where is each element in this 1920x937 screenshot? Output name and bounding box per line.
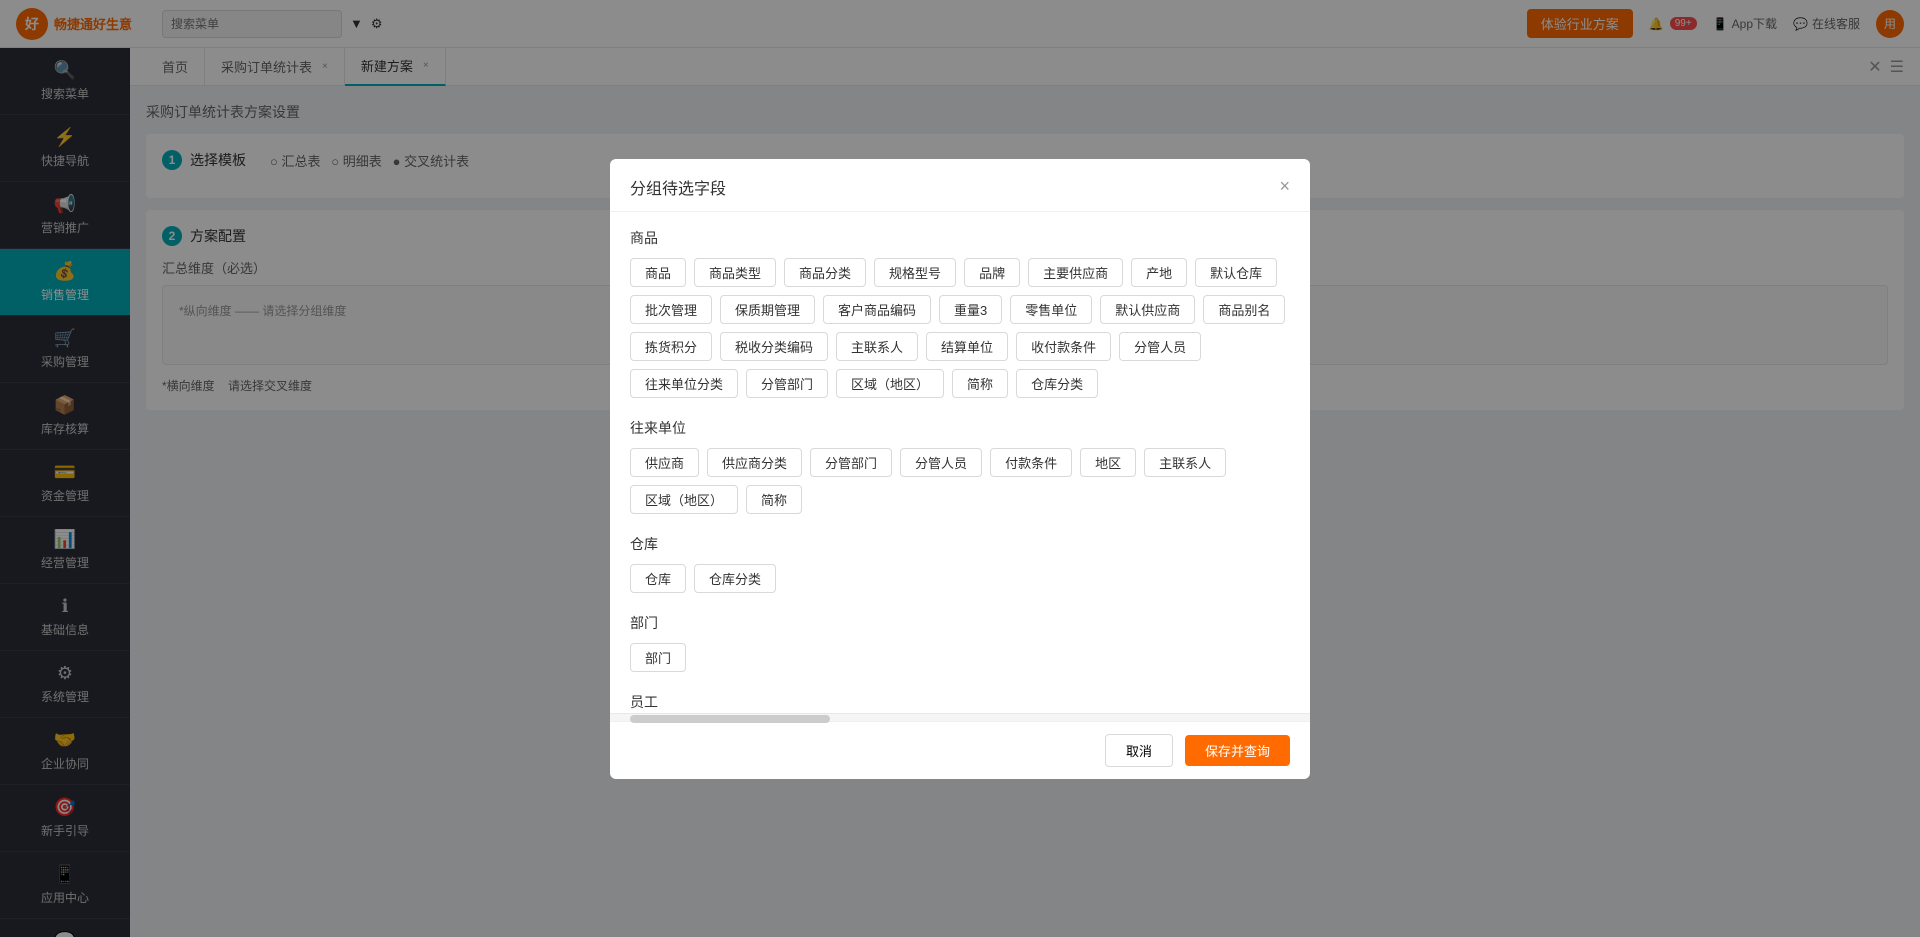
field-tag-1-8[interactable]: 简称: [746, 485, 802, 514]
field-tag-1-1[interactable]: 供应商分类: [707, 448, 802, 477]
field-tag-0-7[interactable]: 默认仓库: [1195, 258, 1277, 287]
field-group-4: 员工业务员: [630, 692, 1290, 713]
field-tag-0-0[interactable]: 商品: [630, 258, 686, 287]
field-tag-0-16[interactable]: 税收分类编码: [720, 332, 828, 361]
field-tag-0-4[interactable]: 品牌: [964, 258, 1020, 287]
field-tag-0-20[interactable]: 分管人员: [1119, 332, 1201, 361]
field-tag-0-6[interactable]: 产地: [1131, 258, 1187, 287]
field-group-1: 往来单位供应商供应商分类分管部门分管人员付款条件地区主联系人区域（地区） 简称: [630, 418, 1290, 514]
field-tag-1-4[interactable]: 付款条件: [990, 448, 1072, 477]
field-tags-1: 供应商供应商分类分管部门分管人员付款条件地区主联系人区域（地区） 简称: [630, 448, 1290, 514]
field-tag-1-7[interactable]: 区域（地区）: [630, 485, 738, 514]
field-group-title-4: 员工: [630, 692, 1290, 712]
field-tag-0-10[interactable]: 客户商品编码: [823, 295, 931, 324]
field-tag-1-5[interactable]: 地区: [1080, 448, 1136, 477]
field-tag-0-11[interactable]: 重量3: [939, 295, 1002, 324]
field-tag-2-0[interactable]: 仓库: [630, 564, 686, 593]
field-tag-0-25[interactable]: 仓库分类: [1016, 369, 1098, 398]
field-tag-0-24[interactable]: 简称: [952, 369, 1008, 398]
field-tag-3-0[interactable]: 部门: [630, 643, 686, 672]
field-tag-1-3[interactable]: 分管人员: [900, 448, 982, 477]
field-group-title-2: 仓库: [630, 534, 1290, 554]
field-tag-0-3[interactable]: 规格型号: [874, 258, 956, 287]
field-tag-0-14[interactable]: 商品别名: [1203, 295, 1285, 324]
field-tag-2-1[interactable]: 仓库分类: [694, 564, 776, 593]
modal-dialog: 分组待选字段 × 商品商品商品类型商品分类规格型号品牌主要供应商产地默认仓库批次…: [610, 159, 1310, 779]
field-tag-1-6[interactable]: 主联系人: [1144, 448, 1226, 477]
modal-footer: 取消 保存并查询: [610, 721, 1310, 779]
modal-close-btn[interactable]: ×: [1279, 176, 1290, 197]
field-tag-0-17[interactable]: 主联系人: [836, 332, 918, 361]
field-group-2: 仓库仓库仓库分类: [630, 534, 1290, 593]
field-tag-0-8[interactable]: 批次管理: [630, 295, 712, 324]
field-group-title-3: 部门: [630, 613, 1290, 633]
scrollbar-thumb: [630, 715, 830, 723]
field-tag-0-19[interactable]: 收付款条件: [1016, 332, 1111, 361]
field-group-title-1: 往来单位: [630, 418, 1290, 438]
field-tag-0-18[interactable]: 结算单位: [926, 332, 1008, 361]
field-tag-0-21[interactable]: 往来单位分类: [630, 369, 738, 398]
field-group-3: 部门部门: [630, 613, 1290, 672]
modal-header: 分组待选字段 ×: [610, 159, 1310, 212]
field-tag-1-0[interactable]: 供应商: [630, 448, 699, 477]
field-tag-0-22[interactable]: 分管部门: [746, 369, 828, 398]
field-tag-0-9[interactable]: 保质期管理: [720, 295, 815, 324]
modal-overlay: 分组待选字段 × 商品商品商品类型商品分类规格型号品牌主要供应商产地默认仓库批次…: [0, 0, 1920, 937]
field-tag-0-2[interactable]: 商品分类: [784, 258, 866, 287]
field-tag-0-12[interactable]: 零售单位: [1010, 295, 1092, 324]
field-group-title-0: 商品: [630, 228, 1290, 248]
field-tag-0-1[interactable]: 商品类型: [694, 258, 776, 287]
field-tag-0-15[interactable]: 拣货积分: [630, 332, 712, 361]
field-tags-3: 部门: [630, 643, 1290, 672]
field-tag-0-23[interactable]: 区域（地区）: [836, 369, 944, 398]
confirm-button[interactable]: 保存并查询: [1185, 735, 1290, 766]
cancel-button[interactable]: 取消: [1105, 734, 1173, 767]
modal-horizontal-scrollbar[interactable]: [610, 713, 1310, 721]
field-tag-0-5[interactable]: 主要供应商: [1028, 258, 1123, 287]
field-tags-2: 仓库仓库分类: [630, 564, 1290, 593]
field-tag-0-13[interactable]: 默认供应商: [1100, 295, 1195, 324]
field-tag-1-2[interactable]: 分管部门: [810, 448, 892, 477]
field-group-0: 商品商品商品类型商品分类规格型号品牌主要供应商产地默认仓库批次管理保质期管理客户…: [630, 228, 1290, 398]
modal-body[interactable]: 商品商品商品类型商品分类规格型号品牌主要供应商产地默认仓库批次管理保质期管理客户…: [610, 212, 1310, 713]
modal-title: 分组待选字段: [630, 175, 726, 199]
field-tags-0: 商品商品类型商品分类规格型号品牌主要供应商产地默认仓库批次管理保质期管理客户商品…: [630, 258, 1290, 398]
